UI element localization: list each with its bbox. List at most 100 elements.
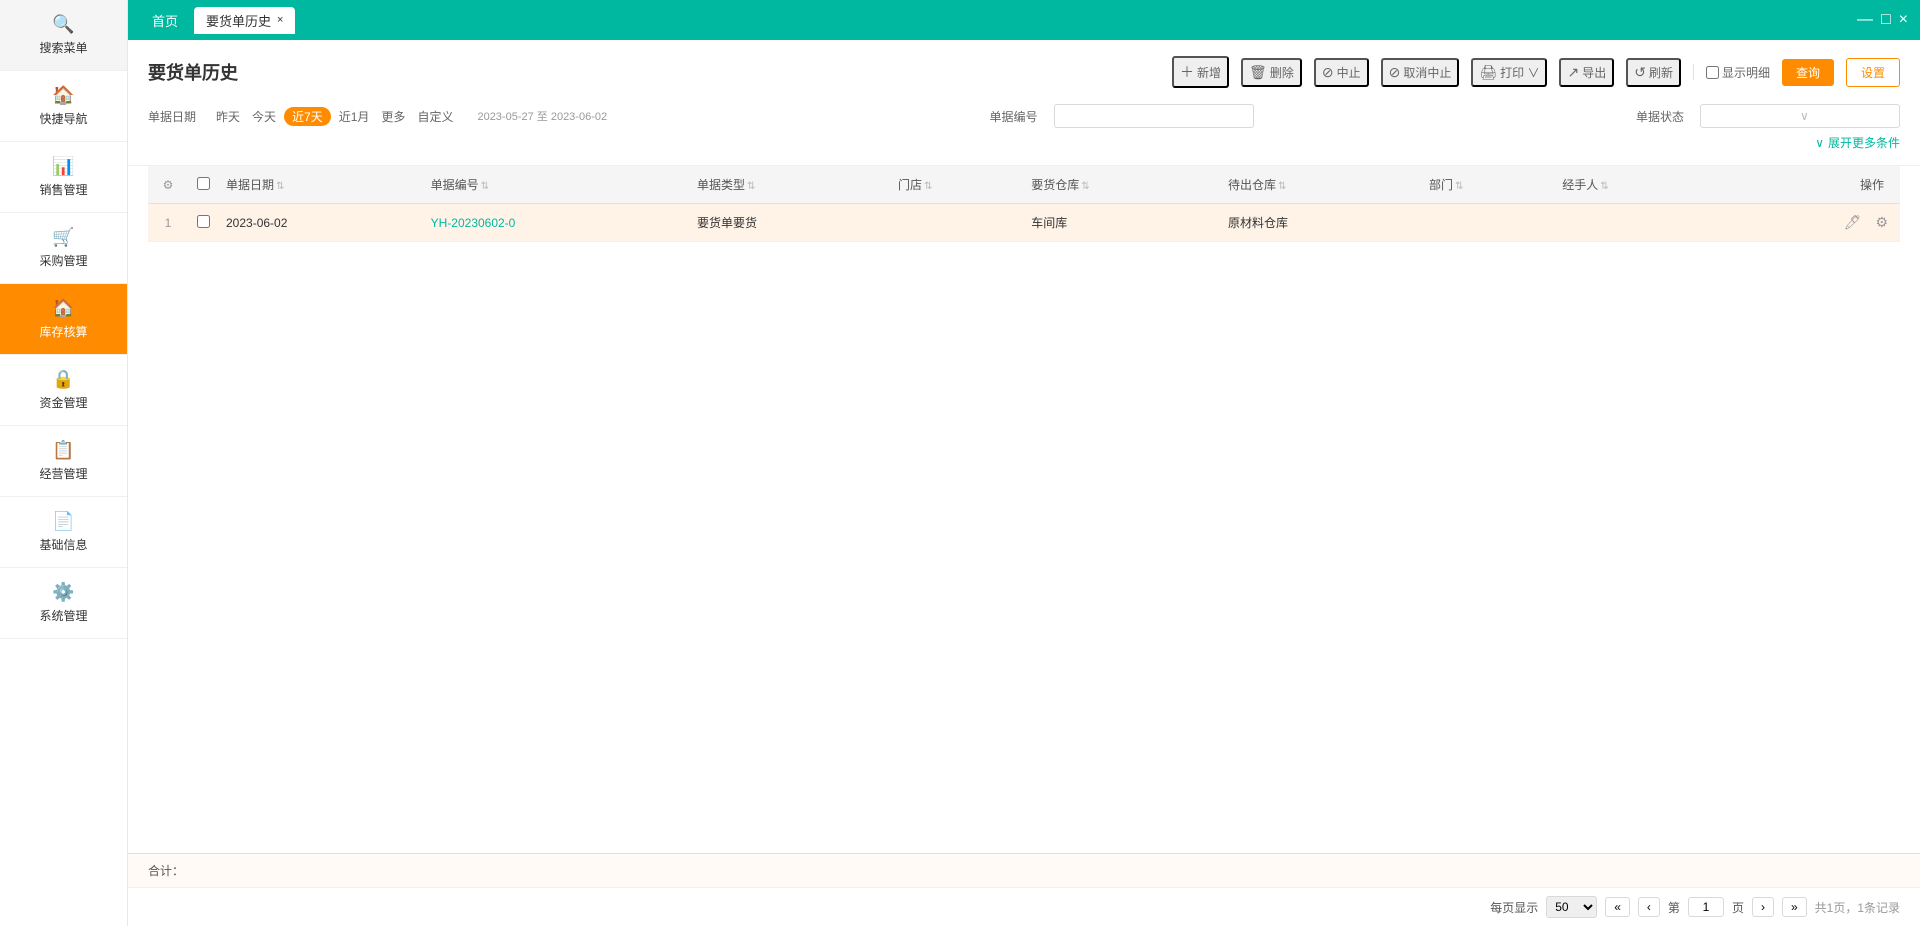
sidebar-item-quick-nav[interactable]: 🏠 快捷导航 — [0, 71, 127, 142]
delete-button[interactable]: 🗑 删除 — [1241, 58, 1302, 87]
sidebar-item-operations[interactable]: 📋 经营管理 — [0, 426, 127, 497]
print-label: 打印 ∨ — [1500, 64, 1539, 81]
sidebar-item-purchase[interactable]: 🛒 采购管理 — [0, 213, 127, 284]
new-button[interactable]: ＋ 新增 — [1172, 56, 1229, 88]
tab-home-label: 首页 — [152, 11, 178, 30]
col-department: 部门⇅ — [1421, 166, 1554, 204]
first-page-button[interactable]: « — [1605, 897, 1630, 917]
row-edit-icon[interactable]: 🖊 — [1840, 212, 1866, 233]
show-detail-input[interactable] — [1706, 66, 1719, 79]
print-button[interactable]: 🖨 打印 ∨ — [1471, 58, 1547, 87]
cancel-stop-button[interactable]: ⊘ 取消中止 — [1381, 58, 1460, 87]
sidebar-item-system[interactable]: ⚙️ 系统管理 — [0, 568, 127, 639]
chevron-down-icon: ∨ — [1800, 109, 1891, 123]
row-store — [890, 204, 1023, 242]
select-all-checkbox[interactable] — [197, 177, 210, 190]
tab-home[interactable]: 首页 — [140, 7, 190, 34]
delete-icon: 🗑 — [1249, 64, 1267, 81]
sort-store-icon[interactable]: ⇅ — [924, 181, 932, 192]
purchase-icon: 🛒 — [52, 227, 74, 248]
query-button[interactable]: 查询 — [1782, 59, 1834, 86]
sidebar-item-basic-info[interactable]: 📄 基础信息 — [0, 497, 127, 568]
date-shortcut-近1月[interactable]: 近1月 — [335, 107, 374, 126]
delete-label: 删除 — [1270, 64, 1294, 81]
row-delete-icon[interactable]: ⚙ — [1871, 212, 1892, 233]
row-num: 1 — [148, 204, 188, 242]
row-no-link[interactable]: YH-20230602-0 — [431, 216, 516, 230]
pagination: 每页显示 50 10 20 100 « ‹ 第 页 › » 共1页，1条记录 — [128, 887, 1920, 926]
date-shortcut-今天[interactable]: 今天 — [248, 107, 280, 126]
col-settings[interactable]: ⚙ — [148, 166, 188, 204]
tab-close-icon[interactable]: × — [277, 14, 283, 26]
col-no: 单据编号⇅ — [423, 166, 689, 204]
total-label: 合计： — [148, 862, 184, 879]
window-minimize-icon[interactable]: — — [1857, 11, 1873, 29]
cancel-stop-label: 取消中止 — [1403, 64, 1451, 81]
print-icon: 🖨 — [1479, 64, 1497, 81]
date-shortcut-昨天[interactable]: 昨天 — [212, 107, 244, 126]
last-page-button[interactable]: » — [1782, 897, 1807, 917]
sidebar: 🔍 搜索菜单 🏠 快捷导航 📊 销售管理 🛒 采购管理 🏠 库存核算 🔒 资金管… — [0, 0, 128, 926]
system-label: 系统管理 — [39, 607, 87, 624]
window-maximize-icon[interactable]: □ — [1881, 11, 1891, 29]
sidebar-item-inventory[interactable]: 🏠 库存核算 — [0, 284, 127, 355]
order-no-input[interactable] — [1054, 104, 1254, 128]
refresh-button[interactable]: ↺ 刷新 — [1626, 58, 1681, 87]
new-label: 新增 — [1197, 64, 1221, 81]
finance-icon: 🔒 — [52, 369, 74, 390]
row-checkbox[interactable] — [197, 215, 210, 228]
date-shortcut-更多[interactable]: 更多 — [377, 107, 409, 126]
filter-area: 单据日期 昨天今天近7天近1月更多自定义 2023-05-27 至 2023-0… — [128, 96, 1920, 166]
col-actions: 操作 — [1719, 166, 1900, 204]
table-container: ⚙ 单据日期⇅ 单据编号⇅ 单据类型⇅ 门店⇅ 要货仓库⇅ 待出仓库⇅ 部门⇅ … — [128, 166, 1920, 853]
sort-date-icon[interactable]: ⇅ — [276, 181, 284, 192]
date-shortcut-近7天[interactable]: 近7天 — [284, 107, 331, 126]
basic-info-icon: 📄 — [52, 511, 74, 532]
sort-dept-icon[interactable]: ⇅ — [1455, 181, 1463, 192]
page-suffix: 页 — [1732, 899, 1744, 916]
footer-total: 合计： — [128, 853, 1920, 887]
row-type: 要货单要货 — [689, 204, 890, 242]
order-no-label: 单据编号 — [990, 108, 1038, 125]
header-row: ⚙ 单据日期⇅ 单据编号⇅ 单据类型⇅ 门店⇅ 要货仓库⇅ 待出仓库⇅ 部门⇅ … — [148, 166, 1900, 204]
sidebar-item-sales[interactable]: 📊 销售管理 — [0, 142, 127, 213]
sales-label: 销售管理 — [39, 181, 87, 198]
show-detail-checkbox[interactable]: 显示明细 — [1706, 64, 1770, 81]
topbar: 首页 要货单历史 × — □ × — [128, 0, 1920, 40]
sales-icon: 📊 — [52, 156, 74, 177]
sort-type-icon[interactable]: ⇅ — [747, 181, 755, 192]
prev-page-button[interactable]: ‹ — [1638, 897, 1660, 917]
window-close-icon[interactable]: × — [1899, 11, 1908, 29]
next-page-button[interactable]: › — [1752, 897, 1774, 917]
purchase-label: 采购管理 — [39, 252, 87, 269]
stop-button[interactable]: ⊘ 中止 — [1314, 58, 1369, 87]
export-button[interactable]: ↗ 导出 — [1559, 58, 1614, 87]
per-page-select[interactable]: 50 10 20 100 — [1546, 896, 1597, 918]
refresh-label: 刷新 — [1649, 64, 1673, 81]
main-area: 首页 要货单历史 × — □ × 要货单历史 ＋ 新增 🗑 删除 — [128, 0, 1920, 926]
status-select[interactable]: ∨ — [1700, 104, 1900, 128]
sort-req-icon[interactable]: ⇅ — [1081, 181, 1089, 192]
system-icon: ⚙️ — [52, 582, 74, 603]
date-shortcut-自定义[interactable]: 自定义 — [413, 107, 457, 126]
sort-pending-icon[interactable]: ⇅ — [1278, 181, 1286, 192]
expand-more-button[interactable]: ∨ 展开更多条件 — [1815, 134, 1900, 151]
settings-button[interactable]: 设置 — [1846, 58, 1900, 87]
show-detail-label: 显示明细 — [1722, 64, 1770, 81]
sidebar-item-finance[interactable]: 🔒 资金管理 — [0, 355, 127, 426]
row-department — [1421, 204, 1554, 242]
filter-row-1: 单据日期 昨天今天近7天近1月更多自定义 2023-05-27 至 2023-0… — [148, 104, 1900, 128]
sidebar-item-search-menu[interactable]: 🔍 搜索菜单 — [0, 0, 127, 71]
sort-no-icon[interactable]: ⇅ — [481, 181, 489, 192]
pagination-info: 共1页，1条记录 — [1815, 899, 1900, 916]
inventory-label: 库存核算 — [39, 323, 87, 340]
sort-handler-icon[interactable]: ⇅ — [1600, 181, 1608, 192]
expand-more-label: 展开更多条件 — [1828, 134, 1900, 151]
cancel-stop-icon: ⊘ — [1389, 64, 1401, 81]
tab-active[interactable]: 要货单历史 × — [194, 7, 295, 34]
table-header: ⚙ 单据日期⇅ 单据编号⇅ 单据类型⇅ 门店⇅ 要货仓库⇅ 待出仓库⇅ 部门⇅ … — [148, 166, 1900, 204]
page-header: 要货单历史 ＋ 新增 🗑 删除 ⊘ 中止 ⊘ 取消中止 — [128, 40, 1920, 96]
col-checkbox — [188, 166, 218, 204]
page-input[interactable] — [1688, 897, 1724, 917]
search-menu-label: 搜索菜单 — [39, 39, 87, 56]
